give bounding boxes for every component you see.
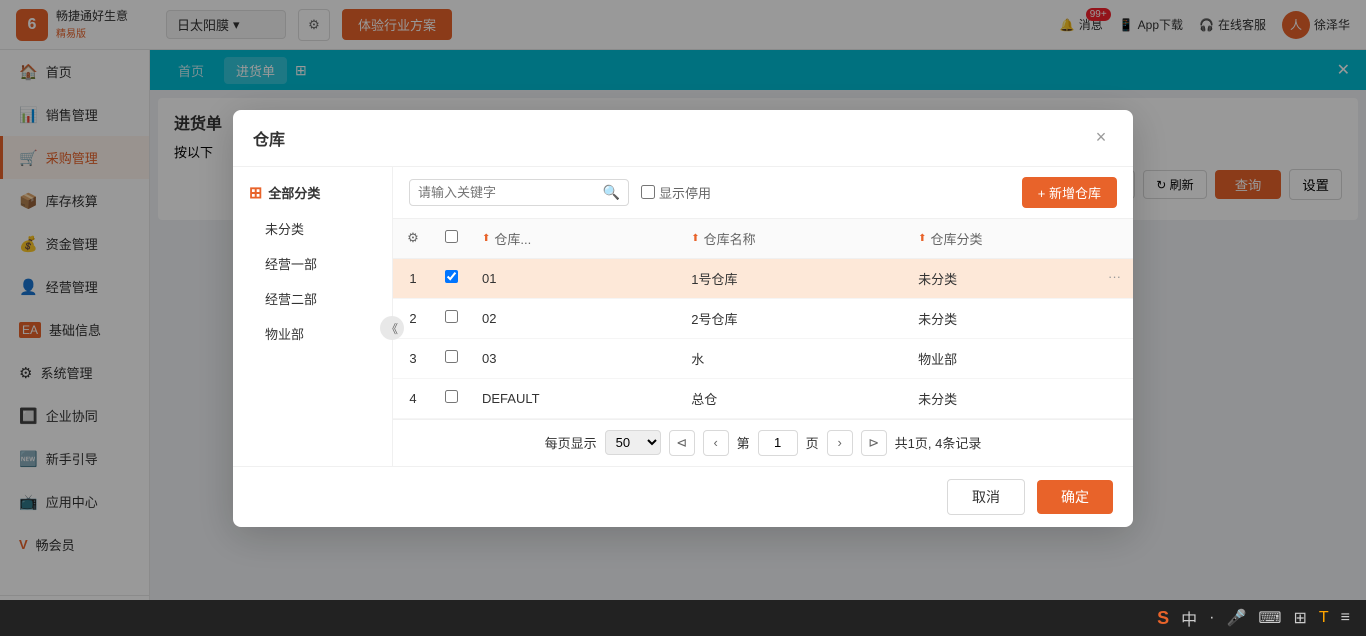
- misc-icon[interactable]: ≡: [1341, 609, 1350, 627]
- col-checkbox-header: [433, 219, 470, 259]
- row-code: 02: [470, 298, 679, 338]
- show-disabled-checkbox[interactable]: [641, 185, 655, 199]
- row-index: 1: [393, 258, 433, 298]
- row-checkbox[interactable]: [433, 258, 470, 298]
- row-name: 总仓: [679, 378, 906, 418]
- row-code: DEFAULT: [470, 378, 679, 418]
- row-category: 未分类: [906, 378, 1133, 418]
- col-code-header: ⬆ 仓库...: [470, 219, 679, 259]
- category-item-dept2[interactable]: 经营二部: [233, 281, 392, 316]
- sort-icon: ⬆: [482, 233, 490, 244]
- row-select-checkbox[interactable]: [445, 310, 458, 323]
- mic-icon[interactable]: 🎤: [1226, 608, 1246, 628]
- dot-icon: ·: [1209, 609, 1214, 627]
- search-icon[interactable]: 🔍: [603, 184, 620, 201]
- cancel-button[interactable]: 取消: [947, 479, 1025, 515]
- ime-icon: S: [1157, 608, 1169, 629]
- modal-title: 仓库: [253, 126, 285, 150]
- col-category-header: ⬆ 仓库分类: [906, 219, 1133, 259]
- col-name-header: ⬆ 仓库名称: [679, 219, 906, 259]
- row-category: 未分类: [906, 298, 1133, 338]
- col-gear: ⚙: [393, 219, 433, 259]
- per-page-select[interactable]: 50 100: [605, 430, 661, 455]
- modal-close-button[interactable]: ×: [1089, 126, 1113, 150]
- row-select-checkbox[interactable]: [445, 270, 458, 283]
- table-row[interactable]: 1 01 1号仓库 未分类 ···: [393, 258, 1133, 298]
- row-select-checkbox[interactable]: [445, 350, 458, 363]
- more-button[interactable]: ···: [1108, 269, 1121, 284]
- warehouse-list-panel: 🔍 显示停用 + 新增仓库 ⚙: [393, 167, 1133, 466]
- row-checkbox[interactable]: [433, 378, 470, 418]
- table-header-row: ⚙ ⬆ 仓库...: [393, 219, 1133, 259]
- select-all-checkbox[interactable]: [445, 230, 458, 243]
- prev-page-button[interactable]: ‹: [703, 430, 729, 456]
- pagination-summary: 共1页, 4条记录: [895, 433, 982, 452]
- row-code: 01: [470, 258, 679, 298]
- modal-footer: 取消 确定: [233, 466, 1133, 527]
- row-category: 未分类 ···: [906, 258, 1133, 298]
- show-disabled-label: 显示停用: [641, 183, 711, 202]
- pagination: 每页显示 50 100 ⊲ ‹ 第 页 › ⊳ 共1页, 4条记录: [393, 419, 1133, 466]
- table-row[interactable]: 2 02 2号仓库 未分类: [393, 298, 1133, 338]
- row-index: 3: [393, 338, 433, 378]
- category-panel: 《 ⊞ 全部分类 未分类 经营一部 经营二部 物业部: [233, 167, 393, 466]
- lang-icon: 中: [1181, 606, 1197, 630]
- category-item-dept1[interactable]: 经营一部: [233, 246, 392, 281]
- grid-bottom-icon[interactable]: ⊞: [1293, 608, 1306, 628]
- row-name: 1号仓库: [679, 258, 906, 298]
- row-code: 03: [470, 338, 679, 378]
- sort-icon-category: ⬆: [918, 233, 926, 244]
- row-checkbox[interactable]: [433, 338, 470, 378]
- modal-overlay: 仓库 × 《 ⊞ 全部分类 未分类 经营一部 经营二部 物业部: [0, 0, 1366, 636]
- warehouse-table-container: ⚙ ⬆ 仓库...: [393, 219, 1133, 419]
- new-warehouse-button[interactable]: + 新增仓库: [1022, 177, 1117, 208]
- warehouse-modal: 仓库 × 《 ⊞ 全部分类 未分类 经营一部 经营二部 物业部: [233, 110, 1133, 527]
- first-page-button[interactable]: ⊲: [669, 430, 695, 456]
- search-input[interactable]: [418, 185, 603, 200]
- text-icon[interactable]: T: [1319, 609, 1329, 627]
- table-row[interactable]: 4 DEFAULT 总仓 未分类: [393, 378, 1133, 418]
- category-item-property[interactable]: 物业部: [233, 316, 392, 351]
- collapse-button[interactable]: 《: [380, 316, 404, 340]
- search-box: 🔍: [409, 179, 629, 206]
- row-select-checkbox[interactable]: [445, 390, 458, 403]
- modal-header: 仓库 ×: [233, 110, 1133, 167]
- warehouse-table: ⚙ ⬆ 仓库...: [393, 219, 1133, 419]
- row-category: 物业部: [906, 338, 1133, 378]
- bottom-bar: S 中 · 🎤 ⌨ ⊞ T ≡: [0, 600, 1366, 636]
- sort-icon-name: ⬆: [691, 233, 699, 244]
- row-name: 2号仓库: [679, 298, 906, 338]
- keyboard-icon[interactable]: ⌨: [1258, 608, 1281, 628]
- modal-body: 《 ⊞ 全部分类 未分类 经营一部 经营二部 物业部 🔍: [233, 167, 1133, 466]
- row-checkbox[interactable]: [433, 298, 470, 338]
- last-page-button[interactable]: ⊳: [861, 430, 887, 456]
- confirm-button[interactable]: 确定: [1037, 480, 1113, 514]
- category-item-uncategorized[interactable]: 未分类: [233, 211, 392, 246]
- warehouse-toolbar: 🔍 显示停用 + 新增仓库: [393, 167, 1133, 219]
- next-page-button[interactable]: ›: [827, 430, 853, 456]
- grid-icon: ⊞: [249, 183, 262, 203]
- row-name: 水: [679, 338, 906, 378]
- row-index: 4: [393, 378, 433, 418]
- page-number-input[interactable]: [758, 430, 798, 456]
- table-row[interactable]: 3 03 水 物业部: [393, 338, 1133, 378]
- all-categories[interactable]: ⊞ 全部分类: [233, 175, 392, 211]
